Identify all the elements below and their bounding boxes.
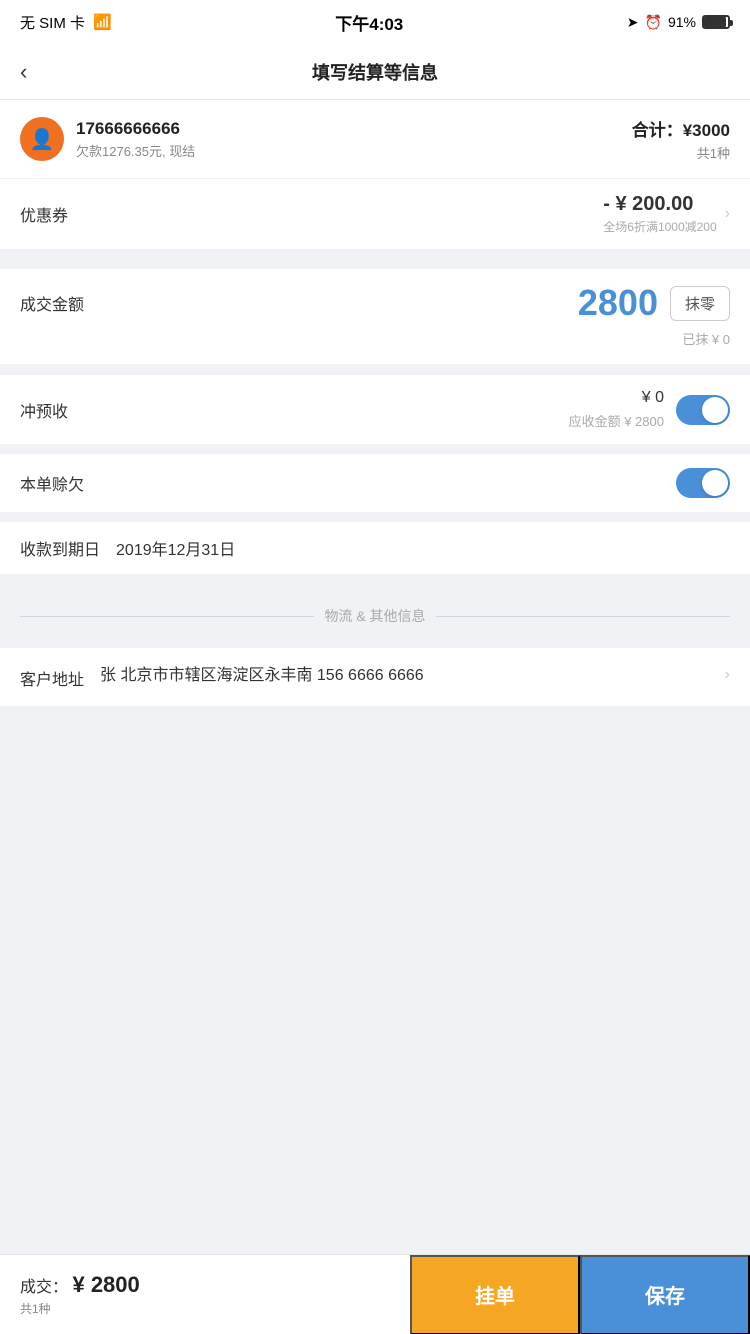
logistics-divider: 物流 & 其他信息 [0,594,750,638]
address-label: 客户地址 [20,666,84,690]
bottom-count: 共1种 [20,1300,390,1317]
status-time: 下午4:03 [335,10,403,35]
debit-toggle-knob [702,470,728,496]
amount-label: 成交金额 [20,291,84,315]
duedate-label: 收款到期日 [20,536,100,560]
bottom-deal-amount: ¥ 2800 [72,1272,139,1297]
nav-bar: ‹ 填写结算等信息 [0,44,750,100]
back-button[interactable]: ‹ [20,59,27,85]
prepay-label: 冲预收 [20,398,68,422]
main-content: 👤 17666666666 欠款1276.35元, 现结 合计：¥3000 共1… [0,100,750,876]
coupon-right: - ¥ 200.00 全场6折满1000减200 › [603,193,730,235]
page-title: 填写结算等信息 [312,59,438,85]
customer-row: 👤 17666666666 欠款1276.35元, 现结 合计：¥3000 共1… [0,100,750,178]
logistics-label: 物流 & 其他信息 [324,606,425,626]
total-count: 共1种 [632,143,730,162]
total-amount: 合计：¥3000 [632,116,730,141]
address-chevron-icon: › [725,666,730,684]
coupon-label: 优惠券 [20,202,68,226]
debit-toggle[interactable] [676,468,730,498]
bottom-summary: 成交： ¥ 2800 共1种 [0,1272,410,1317]
prepay-row: 冲预收 ¥ 0 应收金额 ¥ 2800 [0,374,750,444]
customer-right: 合计：¥3000 共1种 [632,116,730,162]
carrier-text: 无 SIM 卡 [20,12,85,33]
customer-card: 👤 17666666666 欠款1276.35元, 现结 合计：¥3000 共1… [0,100,750,249]
duedate-value: 2019年12月31日 [116,536,235,560]
bottom-deal-row: 成交： ¥ 2800 [20,1272,390,1298]
avatar: 👤 [20,117,64,161]
customer-phone: 17666666666 [76,119,195,139]
wifi-icon: 📶 [93,13,112,31]
address-value: 张 北京市市辖区海淀区永丰南 156 6666 6666 [100,664,725,688]
prepay-sub: 应收金额 ¥ 2800 [569,411,664,430]
location-icon: ➤ [627,14,639,31]
prepay-amount: ¥ 0 [642,389,664,407]
debit-section: 本单赊欠 [0,454,750,512]
customer-info: 17666666666 欠款1276.35元, 现结 [76,119,195,160]
amount-row: 成交金额 2800 抹零 [20,285,730,321]
amount-value: 2800 [578,285,658,321]
divider-1 [0,259,750,269]
amount-sub-label: 已抹 ¥ 0 [20,329,730,348]
customer-debt: 欠款1276.35元, 现结 [76,141,195,160]
bottom-spacer [0,716,750,796]
duedate-row: 收款到期日 2019年12月31日 [20,536,730,560]
duedate-section: 收款到期日 2019年12月31日 [0,522,750,574]
coupon-discount: - ¥ 200.00 [603,193,716,216]
customer-left: 👤 17666666666 欠款1276.35元, 现结 [20,117,195,161]
status-bar: 无 SIM 卡 📶 下午4:03 ➤ ⏰ 91% [0,0,750,44]
divider-line-right [436,616,730,617]
battery-percent: 91% [668,14,696,30]
address-row: 客户地址 张 北京市市辖区海淀区永丰南 156 6666 6666 › [20,664,730,690]
prepay-toggle[interactable] [676,395,730,425]
debit-label: 本单赊欠 [20,471,84,495]
bottom-deal-label: 成交： [20,1279,68,1296]
amount-value-group: 2800 抹零 [578,285,730,321]
prepay-right: ¥ 0 应收金额 ¥ 2800 [569,389,664,430]
coupon-description: 全场6折满1000减200 [603,218,716,235]
coupon-chevron-icon: › [725,205,730,223]
avatar-icon: 👤 [30,127,55,152]
alarm-icon: ⏰ [645,14,662,31]
hang-order-button[interactable]: 挂单 [410,1255,580,1334]
amount-section: 成交金额 2800 抹零 已抹 ¥ 0 [0,269,750,364]
divider-3 [0,584,750,594]
save-button[interactable]: 保存 [580,1255,750,1334]
coupon-row[interactable]: 优惠券 - ¥ 200.00 全场6折满1000减200 › [0,178,750,249]
divider-line-left [20,616,314,617]
status-right: ➤ ⏰ 91% [627,14,730,31]
status-carrier: 无 SIM 卡 📶 [20,12,112,33]
battery-icon [702,15,730,29]
address-section[interactable]: 客户地址 张 北京市市辖区海淀区永丰南 156 6666 6666 › [0,648,750,706]
divider-2 [0,444,750,454]
round-zero-button[interactable]: 抹零 [670,286,730,321]
toggle-knob [702,397,728,423]
prepay-toggle-wrap: ¥ 0 应收金额 ¥ 2800 [569,389,730,430]
bottom-bar: 成交： ¥ 2800 共1种 挂单 保存 [0,1254,750,1334]
